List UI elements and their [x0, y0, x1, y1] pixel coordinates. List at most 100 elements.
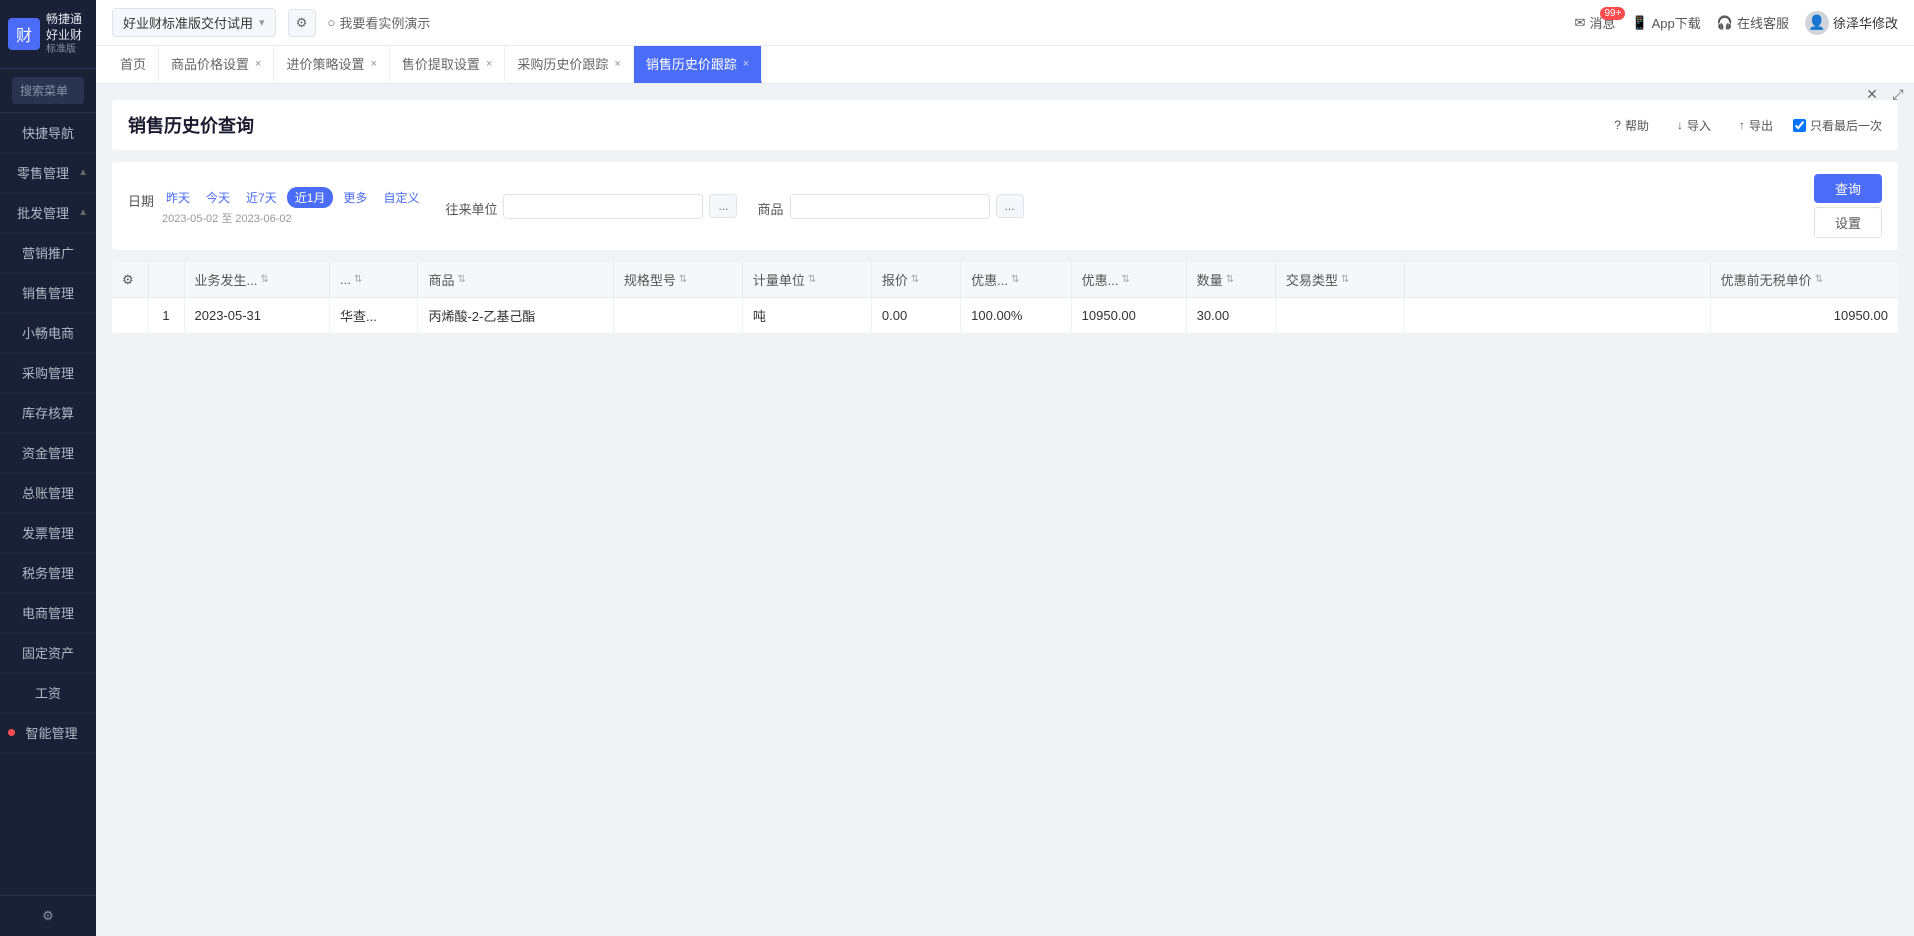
table-col-discount-pct[interactable]: 优惠... ⇅ [961, 262, 1072, 298]
sort-icon: ⇅ [354, 274, 362, 285]
page-content-area: 销售历史价查询 ? 帮助 ↓ 导入 ↑ 导出 只看最后一次 [96, 84, 1914, 936]
tab-close-icon[interactable]: × [370, 58, 376, 70]
table-row: 1 2023-05-31 华查... 丙烯酸-2-乙基己酯 吨 0.00 100… [112, 298, 1898, 334]
product-input[interactable] [790, 194, 990, 219]
table-col-product[interactable]: 商品 ⇅ [418, 262, 613, 298]
message-icon: ✉ [1575, 15, 1586, 31]
sidebar-item-tax[interactable]: 税务管理 [0, 553, 96, 593]
sort-icon: ⇅ [808, 274, 816, 285]
online-service-button[interactable]: 🎧 在线客服 [1717, 13, 1789, 32]
help-button[interactable]: ? 帮助 [1606, 113, 1657, 138]
sidebar-item-smart[interactable]: 智能管理 [0, 713, 96, 753]
sidebar-search-section: 搜索菜单 [0, 69, 96, 113]
sidebar-item-purchase[interactable]: 采购管理 [0, 353, 96, 393]
window-expand-button[interactable]: ⤢ [1886, 82, 1910, 106]
tab-close-icon[interactable]: × [486, 58, 492, 70]
sidebar-settings-button[interactable]: ⚙ [0, 895, 96, 936]
table-col-qty[interactable]: 数量 ⇅ [1186, 262, 1275, 298]
sort-icon: ⇅ [679, 274, 687, 285]
sidebar-item-ecommerce[interactable]: 电商管理 [0, 593, 96, 633]
tab-sale-history[interactable]: 销售历史价跟踪 × [634, 46, 762, 83]
tab-price-settings[interactable]: 商品价格设置 × [159, 46, 274, 83]
sidebar-item-assets[interactable]: 固定资产 [0, 633, 96, 673]
page-title: 销售历史价查询 [128, 112, 254, 138]
table-col-trade-type[interactable]: 交易类型 ⇅ [1275, 262, 1404, 298]
tab-home[interactable]: 首页 [108, 46, 159, 83]
export-button[interactable]: ↑ 导出 [1731, 113, 1781, 138]
date-range-display: 2023-05-02 至 2023-06-02 [160, 210, 425, 226]
dropdown-arrow-icon: ▾ [259, 16, 265, 29]
date-yesterday-button[interactable]: 昨天 [160, 187, 196, 208]
row-qty: 30.00 [1186, 298, 1275, 334]
message-button[interactable]: ✉ 消息 99+ [1575, 13, 1616, 32]
sidebar: 财 畅捷通好业财 标准版 搜索菜单 快捷导航 零售管理 ▲ 批发管理 ▲ 营销推… [0, 0, 96, 936]
sidebar-item-marketing[interactable]: 营销推广 [0, 233, 96, 273]
date-options: 昨天 今天 近7天 近1月 更多 自定义 2023-05-02 至 2023-0… [160, 187, 425, 226]
only-last-checkbox-group: 只看最后一次 [1793, 117, 1882, 134]
table-col-unit[interactable]: 计量单位 ⇅ [742, 262, 871, 298]
page-header: 销售历史价查询 ? 帮助 ↓ 导入 ↑ 导出 只看最后一次 [112, 100, 1898, 150]
sidebar-item-retail[interactable]: 零售管理 ▲ [0, 153, 96, 193]
only-last-checkbox[interactable] [1793, 119, 1806, 132]
sidebar-item-sales[interactable]: 销售管理 [0, 273, 96, 313]
tab-purchase-history[interactable]: 采购历史价跟踪 × [505, 46, 633, 83]
sort-icon: ⇅ [457, 274, 465, 285]
message-badge: 99+ [1600, 7, 1625, 20]
sidebar-item-quicknav[interactable]: 快捷导航 [0, 113, 96, 153]
topbar-settings-button[interactable]: ⚙ [288, 9, 316, 37]
date-last7-button[interactable]: 近7天 [240, 187, 283, 208]
tab-close-icon[interactable]: × [743, 58, 749, 70]
date-last1m-button[interactable]: 近1月 [287, 187, 334, 208]
tab-close-icon[interactable]: × [255, 58, 261, 70]
search-menu-button[interactable]: 搜索菜单 [12, 77, 84, 104]
sidebar-item-payroll[interactable]: 工资 [0, 673, 96, 713]
sort-icon: ⇅ [1226, 274, 1234, 285]
tab-close-icon[interactable]: × [614, 58, 620, 70]
gear-icon: ⚙ [42, 908, 54, 923]
import-icon: ↓ [1677, 118, 1683, 132]
table-col-spec[interactable]: 规格型号 ⇅ [613, 262, 742, 298]
table-col-gear[interactable]: ⚙ [112, 262, 148, 298]
logo-icon: 财 [8, 18, 40, 50]
table-col-discount-amt[interactable]: 优惠... ⇅ [1071, 262, 1186, 298]
sidebar-item-wholesale[interactable]: 批发管理 ▲ [0, 193, 96, 233]
sidebar-item-inventory[interactable]: 库存核算 [0, 393, 96, 433]
date-buttons: 昨天 今天 近7天 近1月 更多 自定义 [160, 187, 425, 208]
incoming-unit-input[interactable] [503, 194, 703, 219]
page-header-actions: ? 帮助 ↓ 导入 ↑ 导出 只看最后一次 [1606, 113, 1882, 138]
sidebar-item-ledger[interactable]: 总账管理 [0, 473, 96, 513]
logo-text: 畅捷通好业财 标准版 [46, 12, 88, 56]
demo-button[interactable]: ○ 我要看实例演示 [328, 13, 431, 32]
version-selector[interactable]: 好业财标准版交付试用 ▾ [112, 8, 276, 37]
date-more-button[interactable]: 更多 [337, 187, 373, 208]
tabs-bar: 首页 商品价格设置 × 进价策略设置 × 售价提取设置 × 采购历史价跟踪 × … [96, 46, 1914, 84]
date-custom-button[interactable]: 自定义 [377, 187, 425, 208]
incoming-unit-ellipsis-button[interactable]: ... [709, 194, 737, 218]
settings-button[interactable]: 设置 [1814, 207, 1882, 238]
user-menu-button[interactable]: 👤 徐泽华修改 [1805, 11, 1898, 35]
product-ellipsis-button[interactable]: ... [996, 194, 1024, 218]
import-button[interactable]: ↓ 导入 [1669, 113, 1719, 138]
row-pretax-price: 10950.00 [1710, 298, 1898, 334]
tab-sale-extract[interactable]: 售价提取设置 × [390, 46, 505, 83]
table-col-more[interactable]: ... ⇅ [330, 262, 418, 298]
topbar-right: ✉ 消息 99+ 📱 App下载 🎧 在线客服 👤 徐泽华修改 [1575, 11, 1898, 35]
tab-purchase-strategy[interactable]: 进价策略设置 × [274, 46, 389, 83]
search-panel: 日期 昨天 今天 近7天 近1月 更多 自定义 2023-05-02 至 202… [112, 162, 1898, 250]
table-col-pretax-price[interactable]: 优惠前无税单价 ⇅ [1710, 262, 1898, 298]
app-download-button[interactable]: 📱 App下载 [1631, 13, 1700, 32]
query-button[interactable]: 查询 [1814, 174, 1882, 203]
sidebar-item-small-ecommerce[interactable]: 小畅电商 [0, 313, 96, 353]
row-num: 1 [148, 298, 184, 334]
sidebar-item-capital[interactable]: 资金管理 [0, 433, 96, 473]
row-discount-amt: 10950.00 [1071, 298, 1186, 334]
window-close-button[interactable]: ✕ [1860, 82, 1884, 106]
sidebar-item-invoice[interactable]: 发票管理 [0, 513, 96, 553]
row-spec [613, 298, 742, 334]
search-actions: 查询 设置 [1814, 174, 1882, 238]
mobile-icon: 📱 [1631, 15, 1647, 31]
row-product: 丙烯酸-2-乙基己酯 [418, 298, 613, 334]
table-col-price[interactable]: 报价 ⇅ [871, 262, 960, 298]
table-col-biz-date[interactable]: 业务发生... ⇅ [184, 262, 330, 298]
date-today-button[interactable]: 今天 [200, 187, 236, 208]
